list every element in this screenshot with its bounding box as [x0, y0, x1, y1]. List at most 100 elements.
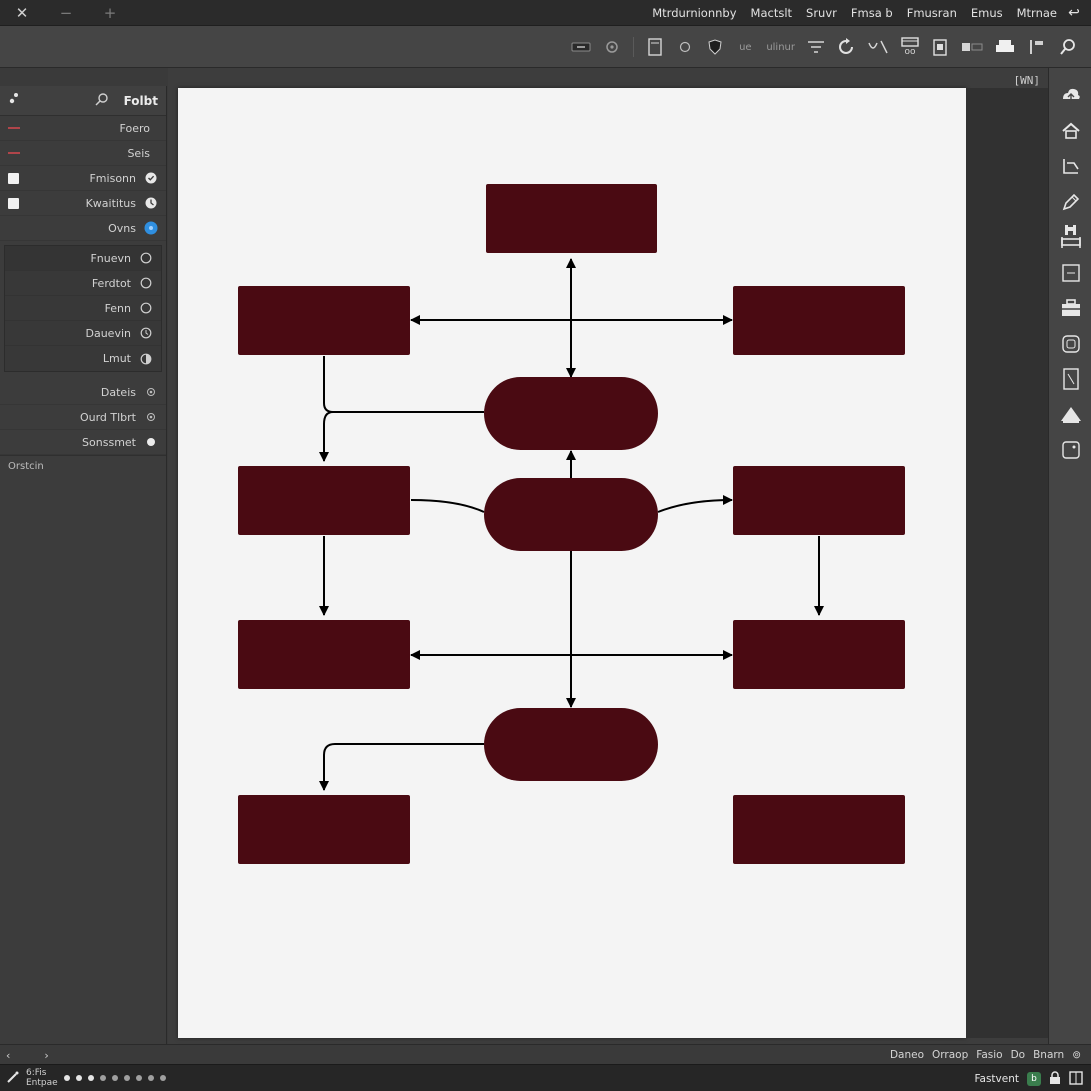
pin-icon[interactable]: [1023, 34, 1051, 60]
frame-icon[interactable]: [1056, 329, 1086, 359]
menu-item[interactable]: Fmsa b: [851, 6, 893, 20]
printer-icon[interactable]: [991, 34, 1019, 60]
bed-icon[interactable]: [1056, 222, 1086, 252]
flowchart-box[interactable]: [238, 466, 410, 535]
minimize-window-button[interactable]: −: [44, 0, 88, 26]
back-icon[interactable]: ↩: [1063, 0, 1085, 26]
flowchart-pill[interactable]: [484, 377, 658, 450]
square-icon[interactable]: [1056, 435, 1086, 465]
status-chip[interactable]: b: [1027, 1072, 1041, 1086]
page-dot[interactable]: [135, 1075, 142, 1081]
page-dot[interactable]: [75, 1075, 82, 1081]
panel-title: Folbt: [123, 93, 158, 108]
list-item[interactable]: Ferdtot: [5, 271, 161, 296]
rotate-icon[interactable]: [833, 34, 859, 60]
menu-item[interactable]: Mtrnae: [1017, 6, 1057, 20]
brush-icon[interactable]: [599, 34, 625, 60]
list-item[interactable]: Fmisonn: [0, 166, 166, 191]
eye-icon[interactable]: [567, 34, 595, 60]
curve-icon[interactable]: [863, 34, 893, 60]
previous-page-button[interactable]: ‹: [6, 1049, 10, 1062]
page-icon[interactable]: ⊚: [1072, 1049, 1081, 1061]
red-marker-icon: [8, 127, 20, 129]
text-button[interactable]: ue: [732, 34, 758, 60]
crop-icon[interactable]: [1056, 151, 1086, 181]
list-item[interactable]: Fenn: [5, 296, 161, 321]
list-item[interactable]: Kwaititus: [0, 191, 166, 216]
shield-icon[interactable]: [702, 34, 728, 60]
list-item[interactable]: Fnuevn: [5, 246, 161, 271]
toolbar-divider: [633, 37, 635, 57]
flowchart-box[interactable]: [733, 620, 905, 689]
list-item[interactable]: Ovns: [0, 216, 166, 241]
shield-icon: [144, 171, 158, 185]
menu-item[interactable]: Mactslt: [751, 6, 793, 20]
page-dot[interactable]: [123, 1075, 130, 1081]
menu-item[interactable]: Mtrdurnionnby: [652, 6, 736, 20]
status-label: Fastvent: [974, 1073, 1019, 1085]
menu-item[interactable]: Fmusran: [907, 6, 957, 20]
page-dot[interactable]: [147, 1075, 154, 1081]
page-dot[interactable]: [99, 1075, 106, 1081]
canvas-area[interactable]: [WN]: [168, 68, 1048, 1044]
page-dot[interactable]: [159, 1075, 166, 1081]
list-item-label: Fnuevn: [90, 251, 131, 265]
new-tab-button[interactable]: +: [88, 0, 132, 26]
list-item-label: Foero: [119, 121, 150, 135]
list-item[interactable]: Lmut: [5, 346, 161, 371]
document-icon[interactable]: [1056, 364, 1086, 394]
flowchart-box[interactable]: [238, 286, 410, 355]
list-item-label: Ourd Tlbrt: [79, 410, 136, 424]
right-toolbar: [1048, 68, 1091, 1044]
window-icon[interactable]: [1056, 258, 1086, 288]
page-dot[interactable]: [111, 1075, 118, 1081]
wand-icon[interactable]: [6, 1070, 20, 1087]
grid-icon[interactable]: [1069, 1070, 1083, 1088]
triangle-icon[interactable]: [1056, 400, 1086, 430]
checkbox[interactable]: [8, 197, 19, 209]
page-icon[interactable]: [642, 34, 668, 60]
list-item[interactable]: Dauevin: [5, 321, 161, 346]
flowchart-box[interactable]: [733, 795, 905, 864]
flowchart-box[interactable]: [238, 620, 410, 689]
close-window-button[interactable]: ✕: [0, 0, 44, 26]
flowchart-box[interactable]: [733, 466, 905, 535]
page-dot[interactable]: [63, 1075, 70, 1081]
page-indicator[interactable]: [63, 1075, 166, 1081]
cloud-icon[interactable]: [1056, 80, 1086, 110]
next-page-button[interactable]: ›: [44, 1049, 48, 1062]
list-item-label: Kwaititus: [85, 196, 136, 210]
menu-item[interactable]: Sruvr: [806, 6, 837, 20]
lock-icon[interactable]: [1049, 1070, 1061, 1088]
checkbox[interactable]: [8, 172, 19, 184]
list-item[interactable]: Foero: [0, 116, 166, 141]
list-item[interactable]: Sonssmet: [0, 430, 166, 455]
list-item-label: Lmut: [102, 352, 131, 365]
flowchart-box[interactable]: [486, 184, 657, 253]
search-icon[interactable]: [1055, 34, 1081, 60]
window-icon[interactable]: [957, 34, 987, 60]
red-marker-icon: [8, 152, 20, 154]
document-page[interactable]: [178, 88, 966, 1038]
page-dot[interactable]: [87, 1075, 94, 1081]
flowchart-box[interactable]: [733, 286, 905, 355]
text-button[interactable]: ulinur: [762, 34, 799, 60]
table-icon[interactable]: oo: [897, 34, 923, 60]
flowchart-box[interactable]: [238, 795, 410, 864]
palette-icon[interactable]: [8, 92, 20, 110]
align-icon[interactable]: [803, 34, 829, 60]
half-circle-icon: [139, 352, 153, 366]
briefcase-icon[interactable]: [1056, 293, 1086, 323]
search-icon[interactable]: [95, 92, 109, 110]
title-bar: ✕ − + Mtrdurnionnby Mactslt Sruvr Fmsa b…: [0, 0, 1091, 26]
menu-item[interactable]: Emus: [971, 6, 1003, 20]
clipboard-icon[interactable]: [927, 34, 953, 60]
list-item[interactable]: Dateis: [0, 380, 166, 405]
circle-icon[interactable]: [672, 34, 698, 60]
flowchart-pill[interactable]: [484, 708, 658, 781]
home-icon[interactable]: [1056, 116, 1086, 146]
flowchart-pill[interactable]: [484, 478, 658, 551]
list-item[interactable]: Ourd Tlbrt: [0, 405, 166, 430]
list-item[interactable]: Seis: [0, 141, 166, 166]
pen-icon[interactable]: [1056, 187, 1086, 217]
